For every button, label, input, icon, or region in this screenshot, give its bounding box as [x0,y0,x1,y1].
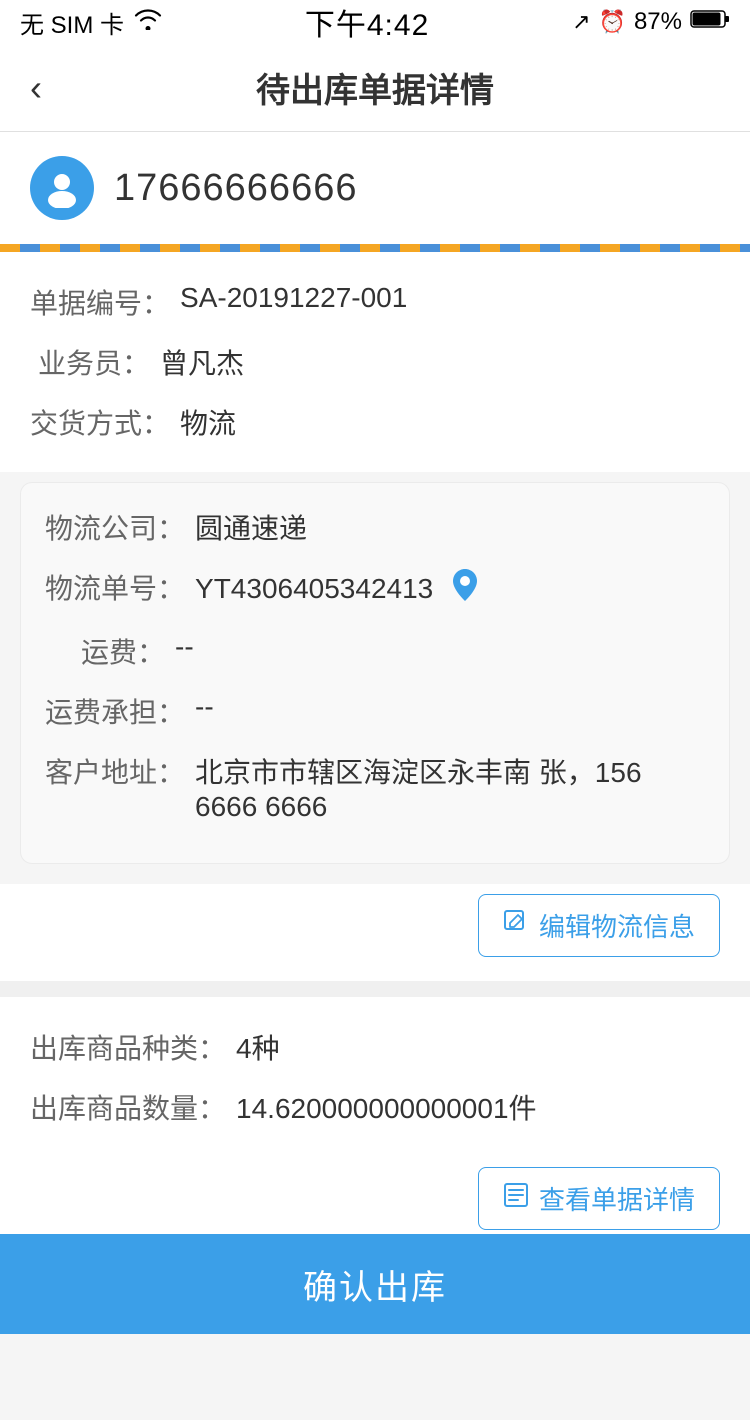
dashed-divider [0,244,750,252]
logistics-company-label: 物流公司： [45,507,195,547]
order-no-row: 单据编号： SA-20191227-001 [30,282,720,322]
customer-phone: 17666666666 [114,167,357,210]
edit-btn-row: 编辑物流信息 [0,884,750,981]
freight-label: 运费： [45,631,175,671]
page-title: 待出库单据详情 [256,63,494,112]
section-divider [0,981,750,997]
tracking-no-value: YT4306405342413 [195,567,705,611]
product-types-row: 出库商品种类： 4种 [30,1027,720,1067]
gps-icon: ↗ [572,9,590,35]
product-quantity-row: 出库商品数量： 14.620000000000001件 [30,1087,720,1127]
view-details-button[interactable]: 查看单据详情 [478,1167,720,1230]
salesman-row: 业务员： 曾凡杰 [30,342,720,382]
carrier-label: 无 SIM 卡 [20,5,124,40]
confirm-button-label: 确认出库 [303,1260,447,1309]
location-icon[interactable] [449,567,481,611]
order-no-value: SA-20191227-001 [180,282,720,314]
address-row: 客户地址： 北京市市辖区海淀区永丰南 张，156 6666 6666 [45,751,705,823]
status-bar: 无 SIM 卡 下午4:42 ↗ ⏰ 87% [0,0,750,44]
order-info-section: 单据编号： SA-20191227-001 业务员： 曾凡杰 交货方式： 物流 [0,252,750,472]
address-value: 北京市市辖区海淀区永丰南 张，156 6666 6666 [195,751,705,823]
product-types-label: 出库商品种类： [30,1027,236,1067]
tracking-no-row: 物流单号： YT4306405342413 [45,567,705,611]
view-details-icon [503,1182,529,1215]
product-quantity-label: 出库商品数量： [30,1087,236,1127]
delivery-method-label: 交货方式： [30,402,180,442]
salesman-label: 业务员： [30,342,160,382]
logistics-card: 物流公司： 圆通速递 物流单号： YT4306405342413 运费： -- … [20,482,730,864]
logistics-company-row: 物流公司： 圆通速递 [45,507,705,547]
product-quantity-value: 14.620000000000001件 [236,1087,720,1127]
logistics-company-value: 圆通速递 [195,507,705,547]
nav-bar: ‹ 待出库单据详情 [0,44,750,132]
alarm-icon: ⏰ [599,9,626,35]
edit-logistics-button[interactable]: 编辑物流信息 [478,894,720,957]
wifi-icon [134,8,162,37]
avatar [30,156,94,220]
status-time: 下午4:42 [305,0,429,44]
back-button[interactable]: ‹ [30,67,42,109]
delivery-method-value: 物流 [180,402,720,442]
confirm-button[interactable]: 确认出库 [0,1234,750,1334]
freight-value: -- [175,631,705,663]
customer-header: 17666666666 [0,132,750,244]
battery-icon [690,8,730,37]
edit-icon [503,909,529,942]
status-left: 无 SIM 卡 [20,5,162,40]
freight-row: 运费： -- [45,631,705,671]
salesman-value: 曾凡杰 [160,342,720,382]
order-no-label: 单据编号： [30,282,180,322]
view-details-label: 查看单据详情 [539,1180,695,1217]
tracking-no-label: 物流单号： [45,567,195,607]
edit-logistics-label: 编辑物流信息 [539,907,695,944]
freight-bearer-row: 运费承担： -- [45,691,705,731]
freight-bearer-value: -- [195,691,705,723]
battery-label: 87% [634,8,682,36]
product-types-value: 4种 [236,1027,720,1067]
product-section: 出库商品种类： 4种 出库商品数量： 14.620000000000001件 [0,997,750,1157]
tracking-no-text: YT4306405342413 [195,573,433,605]
freight-bearer-label: 运费承担： [45,691,195,731]
content: 17666666666 单据编号： SA-20191227-001 业务员： 曾… [0,132,750,1420]
address-label: 客户地址： [45,751,195,791]
status-right: ↗ ⏰ 87% [572,8,730,37]
delivery-method-row: 交货方式： 物流 [30,402,720,442]
